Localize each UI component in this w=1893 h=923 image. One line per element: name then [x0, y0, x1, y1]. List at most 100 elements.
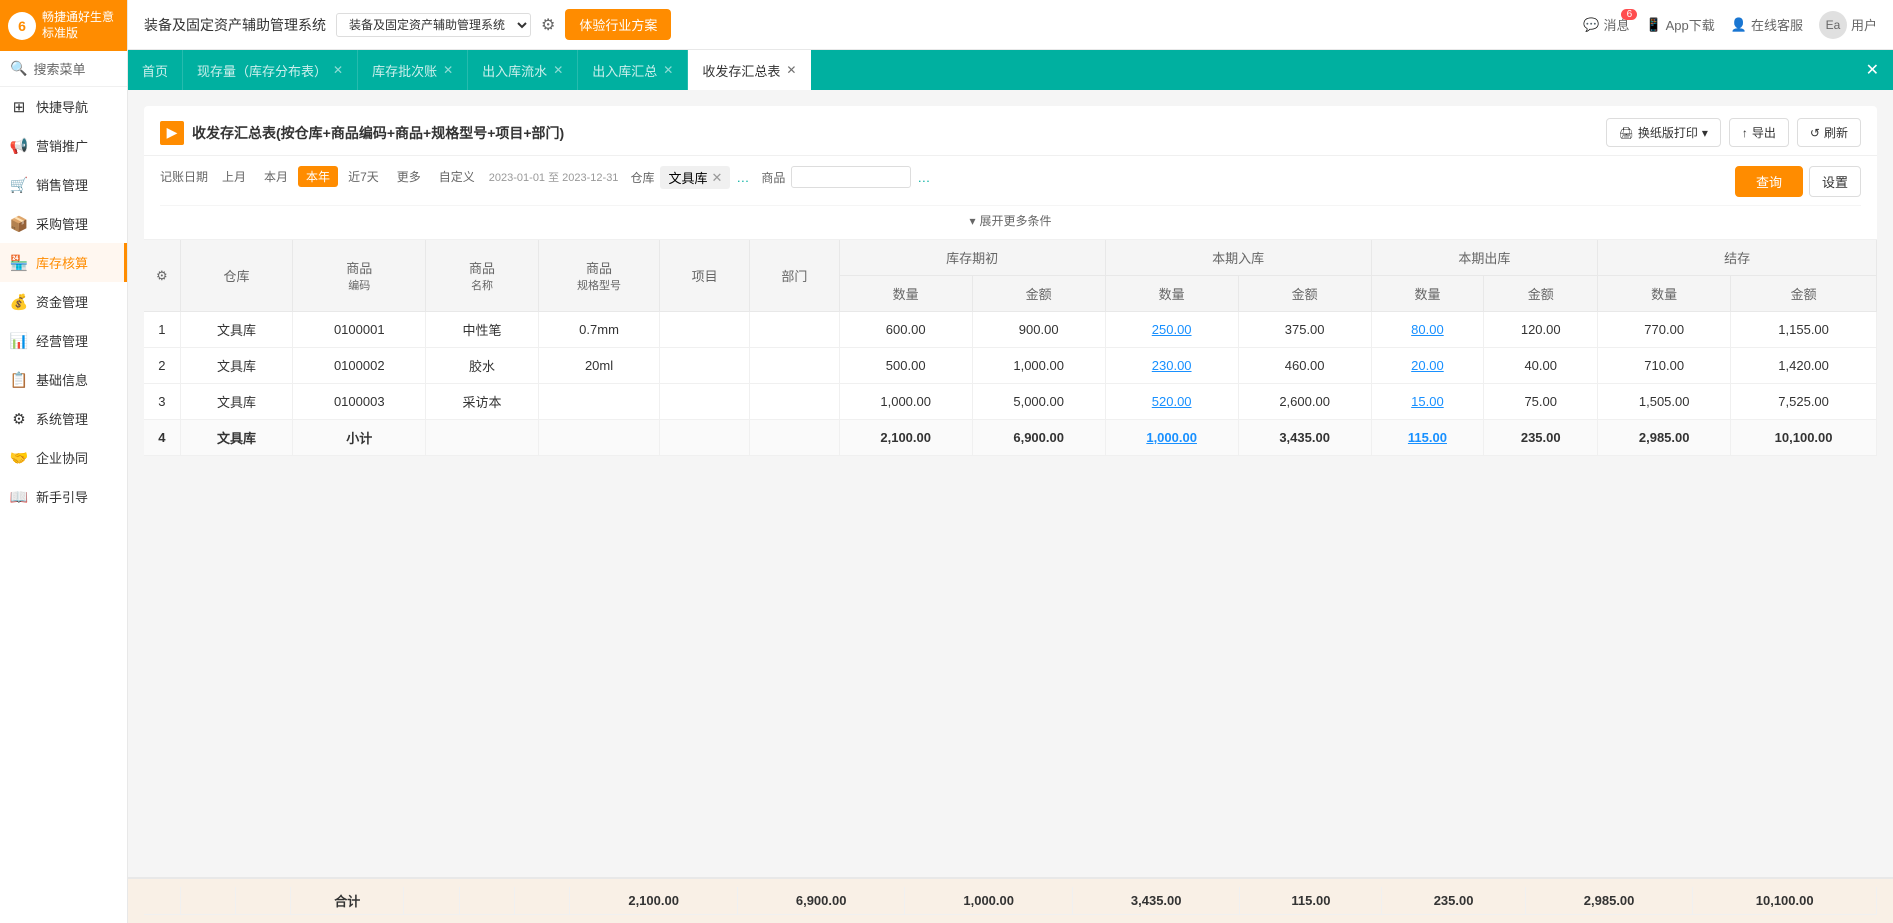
sidebar-item-operations[interactable]: 📊 经营管理: [0, 321, 127, 360]
refresh-btn[interactable]: ↺ 刷新: [1797, 118, 1861, 147]
sidebar-item-system[interactable]: ⚙ 系统管理: [0, 399, 127, 438]
date-btn-this-month[interactable]: 本月: [256, 166, 296, 187]
print-label: 换纸版打印: [1638, 124, 1698, 141]
experience-btn[interactable]: 体验行业方案: [565, 9, 671, 40]
export-btn[interactable]: ↑ 导出: [1729, 118, 1789, 147]
query-btn[interactable]: 查询: [1735, 166, 1803, 197]
row1-in-qty[interactable]: 250.00: [1105, 312, 1238, 348]
main-area: 装备及固定资产辅助管理系统 装备及固定资产辅助管理系统 ⚙ 体验行业方案 💬 消…: [128, 0, 1893, 923]
online-service-btn[interactable]: 👤 在线客服: [1731, 15, 1803, 34]
tab-batch-close[interactable]: ✕: [443, 63, 453, 77]
date-btn-more[interactable]: 更多: [389, 166, 429, 187]
subtotal-label: 小计: [293, 420, 426, 456]
filter-area: 记账日期 上月 本月 本年 近7天 更多 自定义 2023-01-01 至 20…: [144, 156, 1877, 240]
sidebar-item-sales[interactable]: 🛒 销售管理: [0, 165, 127, 204]
tab-home[interactable]: 首页: [128, 50, 183, 90]
sidebar-item-marketing[interactable]: 📢 营销推广: [0, 126, 127, 165]
out-amt-header: 金额: [1484, 276, 1598, 312]
row1-out-qty[interactable]: 80.00: [1371, 312, 1484, 348]
row1-out-amt: 120.00: [1484, 312, 1598, 348]
open-amt-header: 金额: [972, 276, 1105, 312]
row2-code: 0100002: [293, 348, 426, 384]
table-settings-icon[interactable]: ⚙: [156, 268, 168, 283]
tab-stock-dist-close[interactable]: ✕: [333, 63, 343, 77]
in-amt-header: 金额: [1238, 276, 1371, 312]
sidebar-item-label: 营销推广: [36, 136, 88, 155]
tab-batch-account[interactable]: 库存批次账 ✕: [358, 50, 468, 90]
date-btn-7days[interactable]: 近7天: [340, 166, 387, 187]
sales-icon: 🛒: [10, 176, 28, 194]
goods-input[interactable]: [791, 166, 911, 188]
subtotal-out-qty[interactable]: 115.00: [1371, 420, 1484, 456]
row2-out-qty[interactable]: 20.00: [1371, 348, 1484, 384]
row2-in-qty[interactable]: 230.00: [1105, 348, 1238, 384]
tab-collect-summary[interactable]: 收发存汇总表 ✕: [688, 50, 811, 90]
sidebar-item-enterprise[interactable]: 🤝 企业协同: [0, 438, 127, 477]
goods-more-btn[interactable]: …: [917, 170, 930, 185]
messages-btn[interactable]: 💬 消息 6: [1583, 15, 1629, 34]
row2-in-amt: 460.00: [1238, 348, 1371, 384]
sidebar-item-label: 基础信息: [36, 370, 88, 389]
date-btn-this-year[interactable]: 本年: [298, 166, 338, 187]
tab-collect-close[interactable]: ✕: [786, 63, 796, 77]
sidebar-toggle-btn[interactable]: ▶: [160, 121, 184, 145]
settings-icon[interactable]: ⚙: [541, 15, 555, 35]
tab-in-out-summary-label: 出入库汇总: [592, 61, 657, 80]
row1-warehouse: 文具库: [180, 312, 293, 348]
logo-text: 畅捷通好生意 标准版: [42, 10, 114, 41]
goods-label: 商品: [761, 169, 785, 186]
sidebar-item-inventory[interactable]: 🏪 库存核算: [0, 243, 127, 282]
row1-in-amt: 375.00: [1238, 312, 1371, 348]
logo-icon: 6: [8, 12, 36, 40]
date-btn-custom[interactable]: 自定义: [431, 166, 483, 187]
sidebar-item-basic-info[interactable]: 📋 基础信息: [0, 360, 127, 399]
table-row: 2 文具库 0100002 胶水 20ml 500.00 1,000.00 23…: [144, 348, 1877, 384]
system-title: 装备及固定资产辅助管理系统: [144, 15, 326, 35]
row1-open-amt: 900.00: [972, 312, 1105, 348]
operations-icon: 📊: [10, 332, 28, 350]
settings-btn[interactable]: 设置: [1809, 166, 1861, 197]
tabs-close-all[interactable]: ✕: [1852, 60, 1893, 80]
sidebar-item-guide[interactable]: 📖 新手引导: [0, 477, 127, 516]
print-btn[interactable]: 🖨 换纸版打印 ▾: [1606, 118, 1721, 147]
tab-stock-dist-label: 现存量（库存分布表）: [197, 61, 327, 80]
user-btn[interactable]: Ea 用户: [1819, 11, 1877, 39]
tab-flow-close[interactable]: ✕: [553, 63, 563, 77]
tab-in-out-summary[interactable]: 出入库汇总 ✕: [578, 50, 688, 90]
total-in-amt: 3,435.00: [1072, 887, 1240, 915]
table-wrapper: ⚙ 仓库 商品编码 商品名称 商品规格型号 项目 部门 库存期初 本期入库 本: [144, 240, 1877, 456]
finance-icon: 💰: [10, 293, 28, 311]
system-select[interactable]: 装备及固定资产辅助管理系统: [336, 13, 531, 37]
warehouse-tag-close[interactable]: ✕: [711, 170, 722, 186]
expand-btn[interactable]: ▾ 展开更多条件: [969, 212, 1051, 229]
tabs-bar: 首页 现存量（库存分布表） ✕ 库存批次账 ✕ 出入库流水 ✕ 出入库汇总 ✕ …: [128, 50, 1893, 90]
table-row: 3 文具库 0100003 采访本 1,000.00 5,000.00 520.…: [144, 384, 1877, 420]
sidebar: 6 畅捷通好生意 标准版 🔍 搜索菜单 ⊞ 快捷导航 📢 营销推广 🛒 销售管理…: [0, 0, 128, 923]
sidebar-item-finance[interactable]: 💰 资金管理: [0, 282, 127, 321]
row2-open-qty: 500.00: [839, 348, 972, 384]
sidebar-item-purchase[interactable]: 📦 采购管理: [0, 204, 127, 243]
sidebar-item-quick-nav[interactable]: ⊞ 快捷导航: [0, 87, 127, 126]
topbar-right: 💬 消息 6 📱 App下载 👤 在线客服 Ea 用户: [1583, 11, 1877, 39]
subtotal-in-qty[interactable]: 1,000.00: [1105, 420, 1238, 456]
subtotal-no: 4: [144, 420, 180, 456]
warehouse-more-btn[interactable]: …: [736, 170, 749, 185]
system-icon: ⚙: [10, 410, 28, 428]
row2-open-amt: 1,000.00: [972, 348, 1105, 384]
user-label: 用户: [1851, 15, 1877, 34]
tab-summary-close[interactable]: ✕: [663, 63, 673, 77]
tab-stock-dist[interactable]: 现存量（库存分布表） ✕: [183, 50, 358, 90]
app-download-btn[interactable]: 📱 App下载: [1645, 15, 1714, 34]
row3-in-qty[interactable]: 520.00: [1105, 384, 1238, 420]
sidebar-item-label: 销售管理: [36, 175, 88, 194]
table-row: 1 文具库 0100001 中性笔 0.7mm 600.00 900.00 25…: [144, 312, 1877, 348]
app-download-label: App下载: [1666, 15, 1715, 34]
balance-header: 结存: [1598, 240, 1877, 276]
out-qty-header: 数量: [1371, 276, 1484, 312]
sidebar-item-label: 新手引导: [36, 487, 88, 506]
dept-col-header: 部门: [749, 240, 839, 312]
tab-in-out-flow[interactable]: 出入库流水 ✕: [468, 50, 578, 90]
date-btn-last-month[interactable]: 上月: [214, 166, 254, 187]
search-menu[interactable]: 🔍 搜索菜单: [0, 51, 127, 87]
row3-out-qty[interactable]: 15.00: [1371, 384, 1484, 420]
